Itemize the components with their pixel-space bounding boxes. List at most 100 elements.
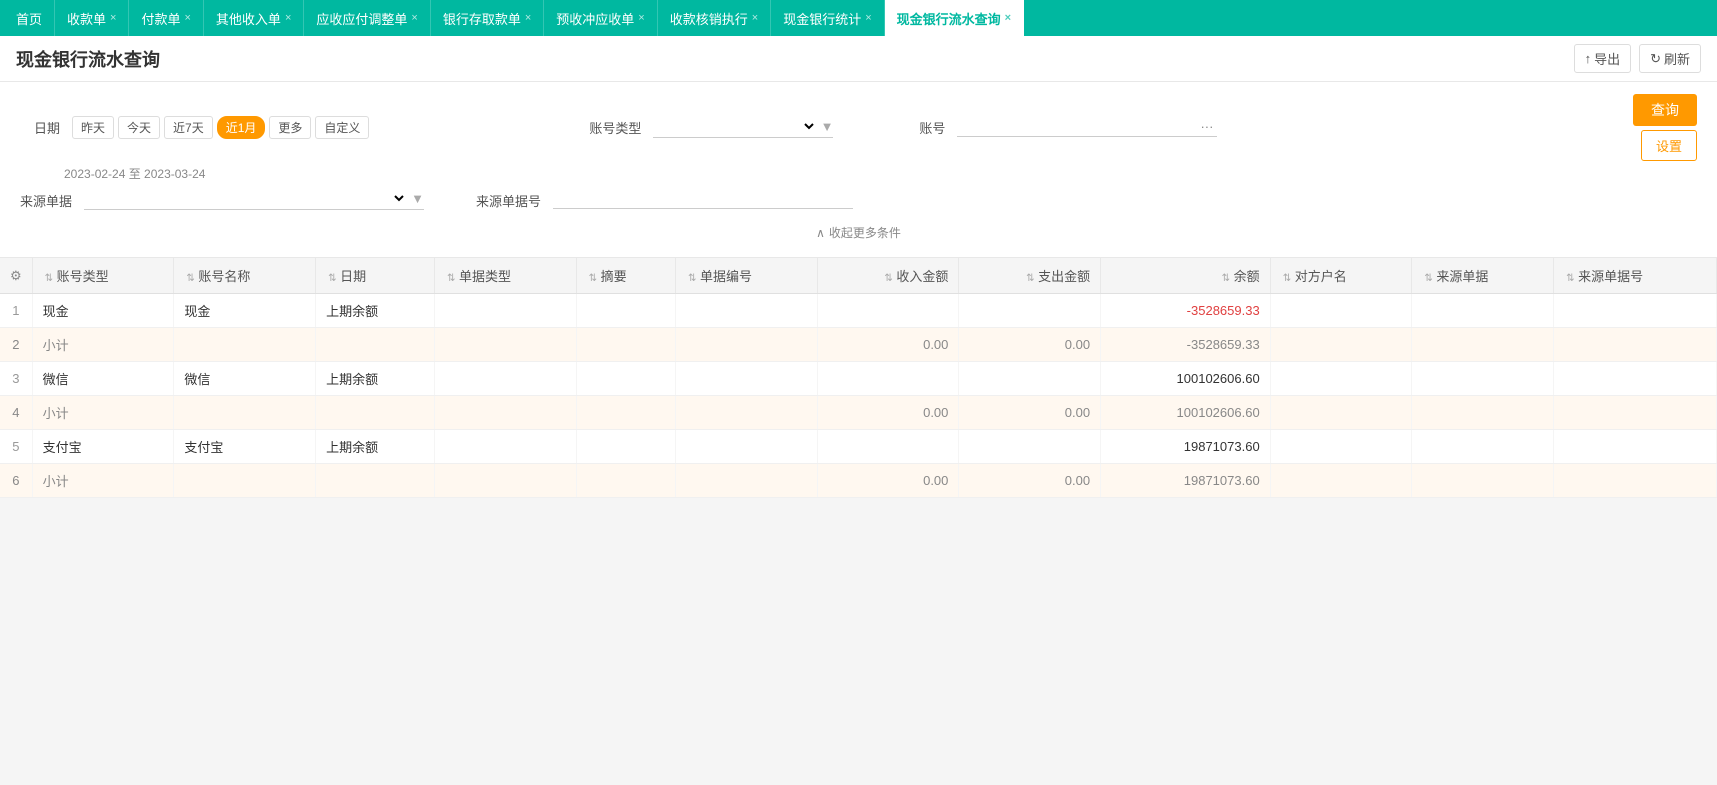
header-actions: ↑ 导出 ↻ 刷新 xyxy=(1574,44,1701,73)
col-label: 对方户名 xyxy=(1295,269,1347,284)
cell-voucher-type xyxy=(434,430,576,464)
table-row: 4 小计 0.00 0.00 100102606.60 xyxy=(0,396,1717,430)
nav-tab-shoukuandan[interactable]: 收款单 × xyxy=(55,0,129,36)
date-btn-more[interactable]: 更多 xyxy=(269,116,311,139)
sort-icon[interactable]: ⇅ xyxy=(1026,273,1034,284)
filter-area: 日期 昨天 今天 近7天 近1月 更多 自定义 账号类型 ▼ 账号 ··· 查询… xyxy=(0,82,1717,258)
nav-tab-hexiao[interactable]: 收款核销执行 × xyxy=(658,0,771,36)
cell-income xyxy=(817,430,959,464)
cell-account-name: 支付宝 xyxy=(174,430,316,464)
query-button[interactable]: 查询 xyxy=(1633,94,1697,126)
cell-date: 上期余额 xyxy=(316,430,435,464)
cell-voucher-type xyxy=(434,294,576,328)
cell-income xyxy=(817,362,959,396)
account-input[interactable] xyxy=(957,119,1196,134)
sort-icon[interactable]: ⇅ xyxy=(45,273,53,284)
cell-voucher-no xyxy=(676,430,818,464)
date-btn-1month[interactable]: 近1月 xyxy=(217,116,266,139)
sort-icon[interactable]: ⇅ xyxy=(1222,273,1230,284)
source-doc-num-input[interactable] xyxy=(553,191,853,206)
col-label: 单据编号 xyxy=(700,269,752,284)
sort-icon[interactable]: ⇅ xyxy=(688,273,696,284)
sort-icon[interactable]: ⇅ xyxy=(1424,273,1432,284)
col-label: 账号名称 xyxy=(198,269,250,284)
date-btn-7days[interactable]: 近7天 xyxy=(164,116,213,139)
settings-button[interactable]: 设置 xyxy=(1641,130,1697,161)
cell-source-doc-no xyxy=(1554,464,1717,498)
col-header-balance: ⇅ 余额 xyxy=(1101,258,1271,294)
cell-balance: 100102606.60 xyxy=(1101,362,1271,396)
tab-close-icon[interactable]: × xyxy=(110,12,116,24)
sort-icon[interactable]: ⇅ xyxy=(1566,273,1574,284)
source-doc-num-wrap xyxy=(553,191,853,209)
cell-date xyxy=(316,396,435,430)
account-dots-button[interactable]: ··· xyxy=(1196,119,1217,134)
account-type-select-wrap: ▼ xyxy=(653,118,833,138)
export-icon: ↑ xyxy=(1585,51,1592,66)
refresh-button[interactable]: ↻ 刷新 xyxy=(1639,44,1701,73)
tab-close-icon[interactable]: × xyxy=(525,12,531,24)
cell-account-type: 小计 xyxy=(32,464,174,498)
cell-voucher-type xyxy=(434,362,576,396)
date-range-display: 2023-02-24 至 2023-03-24 xyxy=(60,165,1697,182)
col-label: 余额 xyxy=(1234,269,1260,284)
nav-home[interactable]: 首页 xyxy=(4,0,55,36)
cell-counterparty xyxy=(1270,328,1412,362)
account-input-wrap: ··· xyxy=(957,119,1217,137)
nav-tab-yinhangdan[interactable]: 银行存取款单 × xyxy=(431,0,544,36)
sort-icon[interactable]: ⇅ xyxy=(186,273,194,284)
cell-source-doc-no xyxy=(1554,362,1717,396)
source-doc-select[interactable] xyxy=(84,190,407,207)
cell-summary xyxy=(576,362,675,396)
sort-icon[interactable]: ⇅ xyxy=(328,273,336,284)
collapse-label: 收起更多条件 xyxy=(829,224,901,241)
cell-voucher-no xyxy=(676,328,818,362)
cell-account-name xyxy=(174,328,316,362)
nav-tab-fukuandan[interactable]: 付款单 × xyxy=(129,0,203,36)
table-row: 2 小计 0.00 0.00 -3528659.33 xyxy=(0,328,1717,362)
account-type-select[interactable] xyxy=(653,118,816,135)
col-header-counterparty: ⇅ 对方户名 xyxy=(1270,258,1412,294)
date-btn-yesterday[interactable]: 昨天 xyxy=(72,116,114,139)
tab-label: 其他收入单 xyxy=(216,9,281,28)
col-label: 日期 xyxy=(340,269,366,284)
nav-tab-yushoudan[interactable]: 预收冲应收单 × xyxy=(544,0,657,36)
tab-close-icon[interactable]: × xyxy=(184,12,190,24)
nav-tab-tongji[interactable]: 现金银行统计 × xyxy=(771,0,884,36)
collapse-bar[interactable]: ∧ 收起更多条件 xyxy=(20,220,1697,245)
tab-close-icon[interactable]: × xyxy=(752,12,758,24)
nav-tab-tiaozhengdan[interactable]: 应收应付调整单 × xyxy=(304,0,430,36)
sort-icon[interactable]: ⇅ xyxy=(884,273,892,284)
cell-counterparty xyxy=(1270,294,1412,328)
cell-date xyxy=(316,464,435,498)
tab-close-icon[interactable]: × xyxy=(865,12,871,24)
cell-account-name xyxy=(174,396,316,430)
row-number: 2 xyxy=(0,328,32,362)
sort-icon[interactable]: ⇅ xyxy=(447,273,455,284)
date-range-text: 2023-02-24 至 2023-03-24 xyxy=(64,167,205,181)
table-row: 3 微信 微信 上期余额 100102606.60 xyxy=(0,362,1717,396)
col-label: 来源单据 xyxy=(1436,269,1488,284)
date-btn-custom[interactable]: 自定义 xyxy=(315,116,369,139)
sort-icon[interactable]: ⇅ xyxy=(589,273,597,284)
col-header-date: ⇅ 日期 xyxy=(316,258,435,294)
cell-income: 0.00 xyxy=(817,328,959,362)
tab-close-icon[interactable]: × xyxy=(638,12,644,24)
tab-close-icon[interactable]: × xyxy=(1005,12,1011,24)
table-row: 1 现金 现金 上期余额 -3528659.33 xyxy=(0,294,1717,328)
cell-counterparty xyxy=(1270,430,1412,464)
top-nav: 首页 收款单 × 付款单 × 其他收入单 × 应收应付调整单 × 银行存取款单 … xyxy=(0,0,1717,36)
row-number: 5 xyxy=(0,430,32,464)
nav-tab-liushui[interactable]: 现金银行流水查询 × xyxy=(885,0,1024,36)
cell-account-type: 现金 xyxy=(32,294,174,328)
table-settings-icon[interactable]: ⚙ xyxy=(10,268,22,283)
tab-close-icon[interactable]: × xyxy=(285,12,291,24)
date-btn-today[interactable]: 今天 xyxy=(118,116,160,139)
export-button[interactable]: ↑ 导出 xyxy=(1574,44,1632,73)
tab-label: 预收冲应收单 xyxy=(556,9,634,28)
sort-icon[interactable]: ⇅ xyxy=(1283,273,1291,284)
tab-close-icon[interactable]: × xyxy=(411,12,417,24)
page-title: 现金银行流水查询 xyxy=(16,46,160,72)
nav-tab-qitadan[interactable]: 其他收入单 × xyxy=(204,0,304,36)
cell-source-doc-no xyxy=(1554,396,1717,430)
